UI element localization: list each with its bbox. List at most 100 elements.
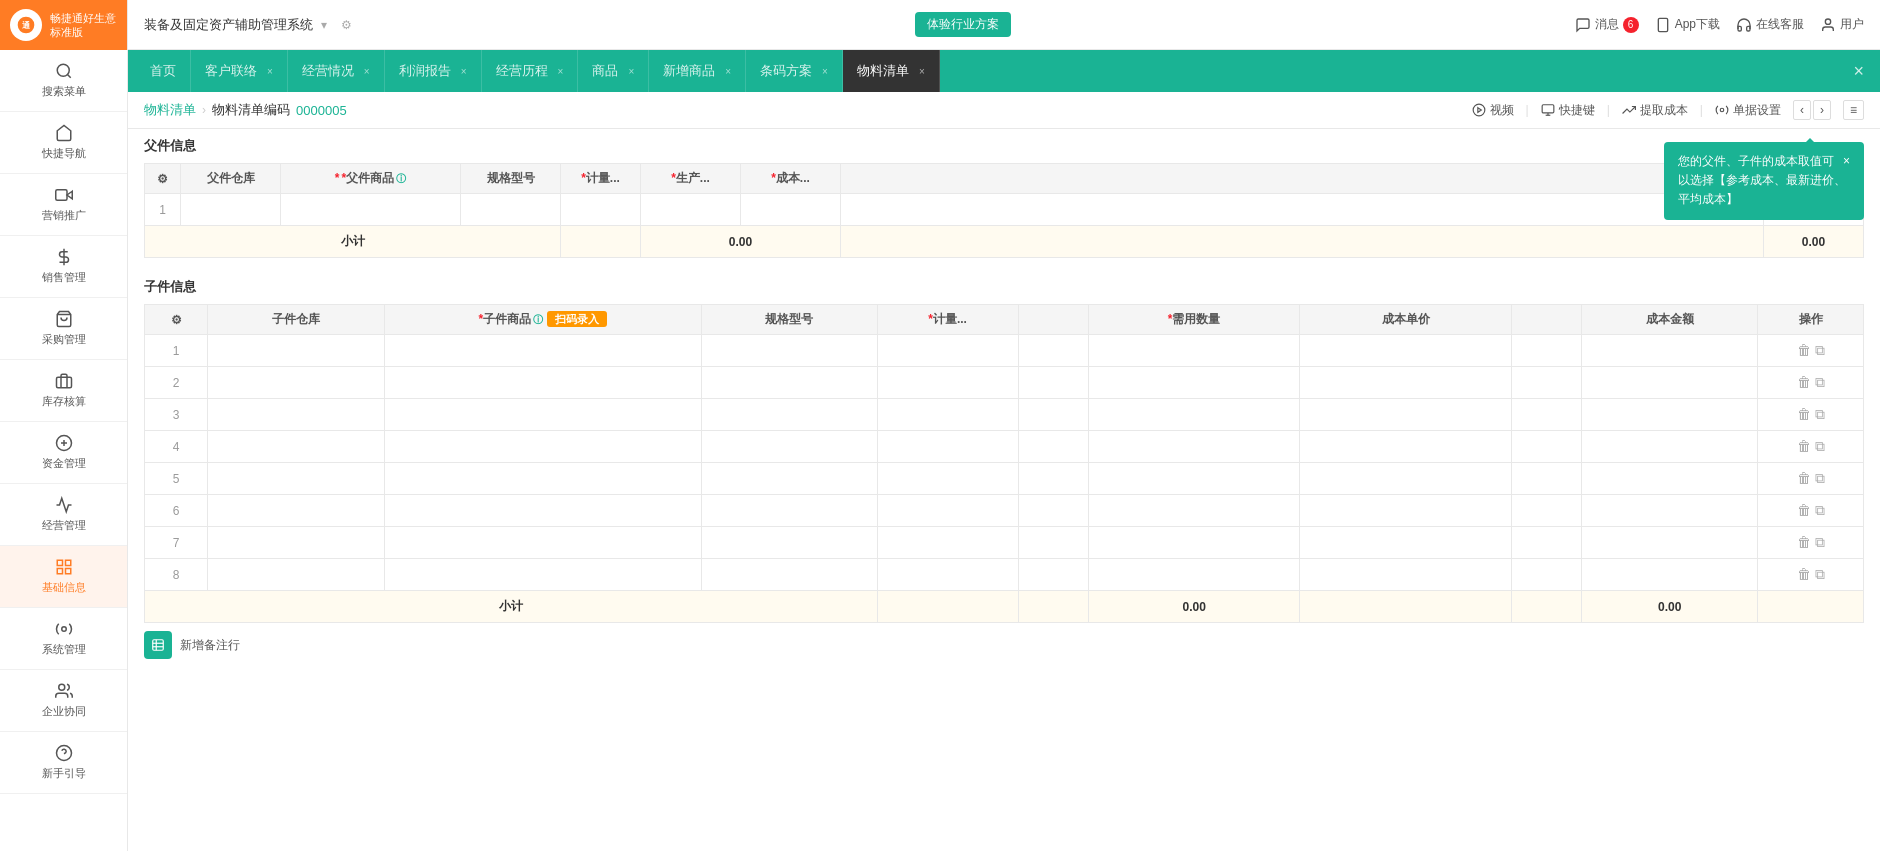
delete-icon-2[interactable]: 🗑: [1797, 374, 1811, 391]
app-download-btn[interactable]: App下载: [1655, 16, 1720, 33]
parent-unit-cell[interactable]: [561, 194, 641, 226]
child-spec-4[interactable]: [701, 431, 877, 463]
delete-icon-1[interactable]: 🗑: [1797, 342, 1811, 359]
shortcut-btn[interactable]: 快捷键: [1541, 102, 1595, 119]
child-qty-4[interactable]: [1088, 431, 1299, 463]
child-unitcost-1[interactable]: [1300, 335, 1511, 367]
sidebar-item-business[interactable]: 经营管理: [0, 484, 127, 546]
close-all-tabs[interactable]: ×: [1845, 57, 1872, 86]
copy-icon-8[interactable]: ⧉: [1815, 566, 1825, 583]
delete-icon-6[interactable]: 🗑: [1797, 502, 1811, 519]
copy-icon-4[interactable]: ⧉: [1815, 438, 1825, 455]
child-unitcost-8[interactable]: [1300, 559, 1511, 591]
child-spec-6[interactable]: [701, 495, 877, 527]
scan-btn[interactable]: 扫码录入: [547, 311, 607, 327]
tab-operation[interactable]: 经营情况 ×: [288, 50, 385, 92]
child-qty-8[interactable]: [1088, 559, 1299, 591]
parent-produce-cell[interactable]: [641, 194, 741, 226]
child-spec-2[interactable]: [701, 367, 877, 399]
child-product-1[interactable]: [384, 335, 701, 367]
tab-barcode-close[interactable]: ×: [822, 66, 828, 77]
breadcrumb-parent[interactable]: 物料清单: [144, 101, 196, 119]
child-warehouse-3[interactable]: [208, 399, 384, 431]
child-warehouse-6[interactable]: [208, 495, 384, 527]
copy-icon-5[interactable]: ⧉: [1815, 470, 1825, 487]
extract-cost-btn[interactable]: 提取成本: [1622, 102, 1688, 119]
sidebar-item-collab[interactable]: 企业协同: [0, 670, 127, 732]
tab-new-product-close[interactable]: ×: [725, 66, 731, 77]
child-warehouse-7[interactable]: [208, 527, 384, 559]
tab-new-product[interactable]: 新增商品 ×: [649, 50, 746, 92]
trial-button[interactable]: 体验行业方案: [915, 12, 1011, 37]
tab-home[interactable]: 首页: [136, 50, 191, 92]
tab-bom[interactable]: 物料清单 ×: [843, 50, 940, 92]
sidebar-item-purchase[interactable]: 采购管理: [0, 298, 127, 360]
child-qty-5[interactable]: [1088, 463, 1299, 495]
child-qty-3[interactable]: [1088, 399, 1299, 431]
child-product-2[interactable]: [384, 367, 701, 399]
sidebar-item-marketing[interactable]: 营销推广: [0, 174, 127, 236]
child-warehouse-5[interactable]: [208, 463, 384, 495]
tooltip-close-btn[interactable]: ×: [1843, 152, 1850, 171]
child-spec-8[interactable]: [701, 559, 877, 591]
parent-cost-cell[interactable]: [741, 194, 841, 226]
child-qty-7[interactable]: [1088, 527, 1299, 559]
sidebar-item-nav[interactable]: 快捷导航: [0, 112, 127, 174]
parent-col-settings[interactable]: ⚙: [145, 164, 181, 194]
child-spec-3[interactable]: [701, 399, 877, 431]
delete-icon-7[interactable]: 🗑: [1797, 534, 1811, 551]
child-qty-2[interactable]: [1088, 367, 1299, 399]
child-unitcost-6[interactable]: [1300, 495, 1511, 527]
child-warehouse-1[interactable]: [208, 335, 384, 367]
settings-icon[interactable]: ⚙: [341, 18, 352, 32]
child-unit-8[interactable]: [877, 559, 1018, 591]
tab-history-close[interactable]: ×: [558, 66, 564, 77]
child-unit-7[interactable]: [877, 527, 1018, 559]
tab-product-close[interactable]: ×: [628, 66, 634, 77]
child-product-6[interactable]: [384, 495, 701, 527]
prev-arrow[interactable]: ‹: [1793, 100, 1811, 120]
tab-profit[interactable]: 利润报告 ×: [385, 50, 482, 92]
tab-customer-close[interactable]: ×: [267, 66, 273, 77]
copy-icon-1[interactable]: ⧉: [1815, 342, 1825, 359]
online-service-btn[interactable]: 在线客服: [1736, 16, 1804, 33]
child-unitcost-4[interactable]: [1300, 431, 1511, 463]
sidebar-item-system[interactable]: 系统管理: [0, 608, 127, 670]
child-col-settings[interactable]: ⚙: [145, 305, 208, 335]
child-unit-2[interactable]: [877, 367, 1018, 399]
parent-spec-cell[interactable]: [461, 194, 561, 226]
child-product-7[interactable]: [384, 527, 701, 559]
sidebar-item-basic[interactable]: 基础信息: [0, 546, 127, 608]
sidebar-item-guide[interactable]: 新手引导: [0, 732, 127, 794]
child-qty-6[interactable]: [1088, 495, 1299, 527]
child-unit-3[interactable]: [877, 399, 1018, 431]
child-product-5[interactable]: [384, 463, 701, 495]
parent-warehouse-cell[interactable]: [181, 194, 281, 226]
child-unit-6[interactable]: [877, 495, 1018, 527]
delete-icon-3[interactable]: 🗑: [1797, 406, 1811, 423]
tab-profit-close[interactable]: ×: [461, 66, 467, 77]
child-unitcost-5[interactable]: [1300, 463, 1511, 495]
delete-icon-4[interactable]: 🗑: [1797, 438, 1811, 455]
add-note-icon[interactable]: [144, 631, 172, 659]
parent-product-cell[interactable]: [281, 194, 461, 226]
single-settings-btn[interactable]: 单据设置: [1715, 102, 1781, 119]
tab-history[interactable]: 经营历程 ×: [482, 50, 579, 92]
delete-icon-5[interactable]: 🗑: [1797, 470, 1811, 487]
child-spec-5[interactable]: [701, 463, 877, 495]
sidebar-item-finance[interactable]: 资金管理: [0, 422, 127, 484]
view-btn[interactable]: 视频: [1472, 102, 1514, 119]
tab-bom-close[interactable]: ×: [919, 66, 925, 77]
grid-view-btn[interactable]: ≡: [1843, 100, 1864, 120]
child-product-3[interactable]: [384, 399, 701, 431]
copy-icon-7[interactable]: ⧉: [1815, 534, 1825, 551]
child-warehouse-8[interactable]: [208, 559, 384, 591]
child-spec-1[interactable]: [701, 335, 877, 367]
child-unit-5[interactable]: [877, 463, 1018, 495]
child-qty-1[interactable]: [1088, 335, 1299, 367]
tab-customer[interactable]: 客户联络 ×: [191, 50, 288, 92]
next-arrow[interactable]: ›: [1813, 100, 1831, 120]
child-product-8[interactable]: [384, 559, 701, 591]
tab-product[interactable]: 商品 ×: [578, 50, 649, 92]
copy-icon-6[interactable]: ⧉: [1815, 502, 1825, 519]
